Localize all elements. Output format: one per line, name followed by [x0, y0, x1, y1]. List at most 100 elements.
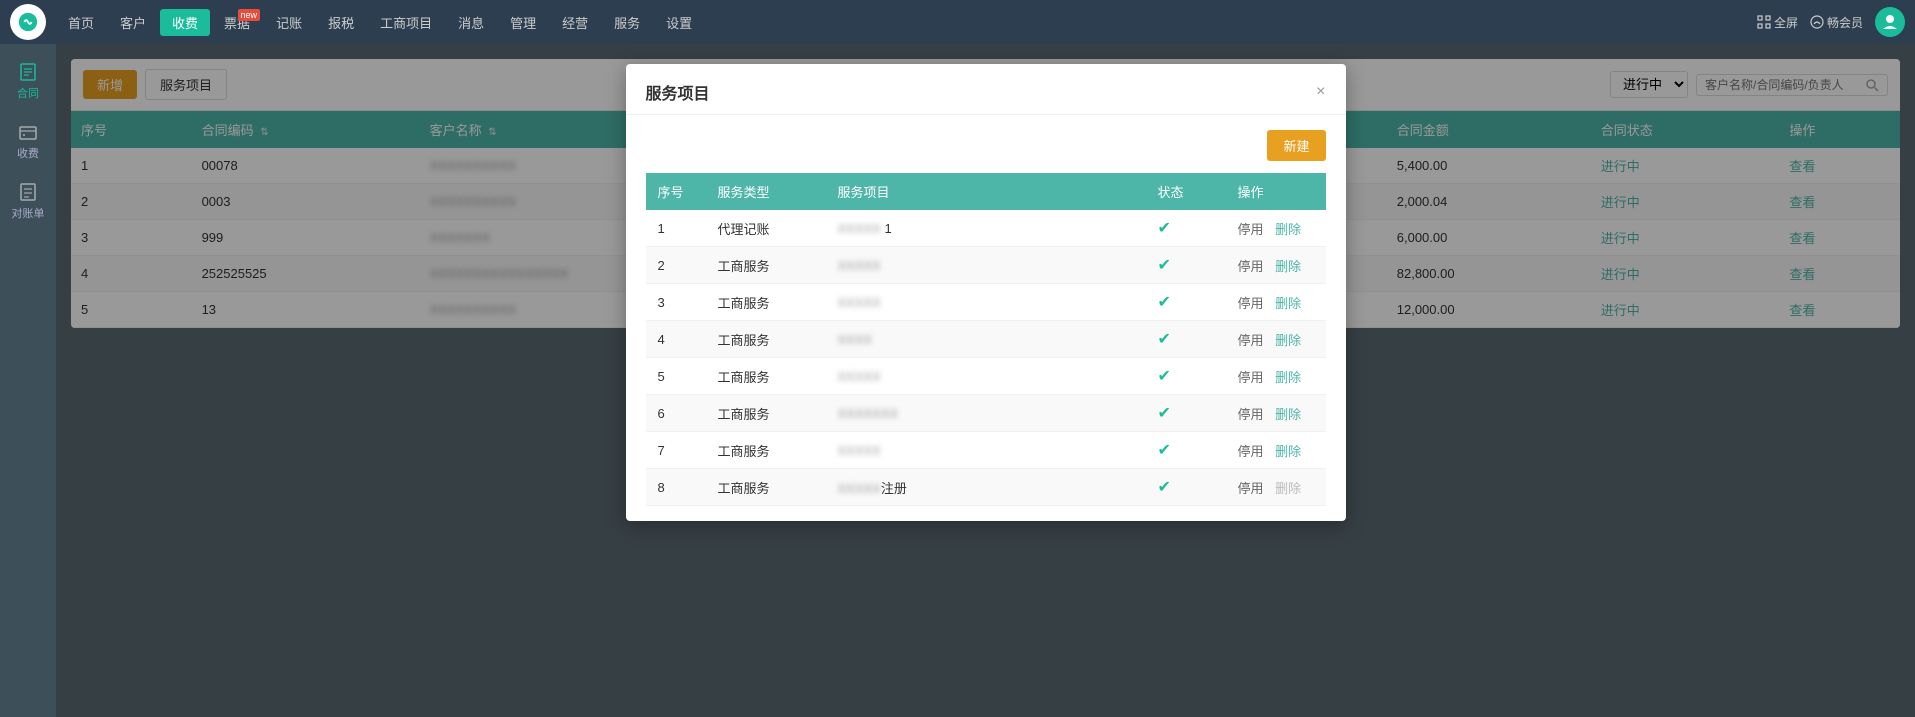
- modal-row-actions: 停用 删除: [1226, 247, 1326, 284]
- modal-row-status: ✔: [1146, 284, 1226, 321]
- top-nav-right: 全屏 畅会员: [1757, 7, 1905, 37]
- modal-row-status: ✔: [1146, 432, 1226, 469]
- modal-table-row: 5 工商服务 XXXXX ✔ 停用 删除: [646, 358, 1326, 395]
- modal-row-seq: 3: [646, 284, 706, 321]
- modal-table-row: 7 工商服务 XXXXX ✔ 停用 删除: [646, 432, 1326, 469]
- modal-col-type: 服务类型: [706, 173, 826, 210]
- modal-table-row: 8 工商服务 XXXXX注册 ✔ 停用 删除: [646, 469, 1326, 506]
- stop-button[interactable]: 停用: [1238, 370, 1264, 385]
- modal-col-item: 服务项目: [826, 173, 1146, 210]
- modal-table-row: 2 工商服务 XXXXX ✔ 停用 删除: [646, 247, 1326, 284]
- sidebar-item-statement[interactable]: 对账单: [3, 174, 53, 229]
- fullscreen-button[interactable]: 全屏: [1757, 14, 1798, 31]
- modal-title: 服务项目: [646, 80, 710, 104]
- nav-message[interactable]: 消息: [446, 9, 496, 36]
- nav-home[interactable]: 首页: [56, 9, 106, 36]
- modal-row-seq: 1: [646, 210, 706, 247]
- stop-button[interactable]: 停用: [1238, 259, 1264, 274]
- content-area: 新增 服务项目 进行中 已结束 全部: [56, 44, 1915, 717]
- stop-button[interactable]: 停用: [1238, 296, 1264, 311]
- modal-row-actions: 停用 删除: [1226, 321, 1326, 358]
- stop-button[interactable]: 停用: [1238, 481, 1264, 496]
- nav-items: 首页 客户 收费 票据 new 记账 报税 工商项目 消息 管理 经营 服务 设…: [56, 9, 1757, 36]
- modal-row-actions: 停用 删除: [1226, 395, 1326, 432]
- delete-button[interactable]: 删除: [1275, 407, 1301, 422]
- modal-row-status: ✔: [1146, 247, 1226, 284]
- nav-business[interactable]: 工商项目: [368, 9, 444, 36]
- modal-row-type: 代理记账: [706, 210, 826, 247]
- nav-operation[interactable]: 经营: [550, 9, 600, 36]
- top-navigation: 首页 客户 收费 票据 new 记账 报税 工商项目 消息 管理 经营 服务 设…: [0, 0, 1915, 44]
- modal-row-item: XXXXX注册: [826, 469, 1146, 506]
- nav-fee[interactable]: 收费: [160, 9, 210, 36]
- main-layout: 合同 收费 对账单 新增 服务项目: [0, 44, 1915, 717]
- modal-row-type: 工商服务: [706, 432, 826, 469]
- nav-customer[interactable]: 客户: [108, 9, 158, 36]
- delete-button[interactable]: 删除: [1275, 222, 1301, 237]
- modal-table-row: 6 工商服务 XXXXXXX ✔ 停用 删除: [646, 395, 1326, 432]
- modal-row-seq: 6: [646, 395, 706, 432]
- modal-row-actions: 停用 删除: [1226, 284, 1326, 321]
- new-badge: new: [238, 9, 261, 21]
- modal-row-seq: 2: [646, 247, 706, 284]
- modal-row-type: 工商服务: [706, 469, 826, 506]
- modal-table-row: 1 代理记账 XXXXX 1 ✔ 停用 删除: [646, 210, 1326, 247]
- modal-overlay: 服务项目 × 新建 序号 服务类型 服务项目 状态: [56, 44, 1915, 717]
- delete-button[interactable]: 删除: [1275, 259, 1301, 274]
- left-sidebar: 合同 收费 对账单: [0, 44, 56, 717]
- nav-invoice[interactable]: 票据 new: [212, 9, 262, 36]
- modal-row-actions: 停用 删除: [1226, 358, 1326, 395]
- stop-button[interactable]: 停用: [1238, 222, 1264, 237]
- service-items-modal: 服务项目 × 新建 序号 服务类型 服务项目 状态: [626, 64, 1346, 521]
- modal-table-row: 3 工商服务 XXXXX ✔ 停用 删除: [646, 284, 1326, 321]
- modal-toolbar: 新建: [646, 130, 1326, 161]
- modal-row-seq: 5: [646, 358, 706, 395]
- delete-button[interactable]: 删除: [1275, 444, 1301, 459]
- nav-tax[interactable]: 报税: [316, 9, 366, 36]
- modal-row-item: XXXX: [826, 321, 1146, 358]
- nav-account[interactable]: 记账: [264, 9, 314, 36]
- modal-row-type: 工商服务: [706, 247, 826, 284]
- modal-body: 新建 序号 服务类型 服务项目 状态 操作: [626, 115, 1346, 521]
- modal-row-type: 工商服务: [706, 321, 826, 358]
- modal-row-actions: 停用 删除: [1226, 210, 1326, 247]
- modal-header: 服务项目 ×: [626, 64, 1346, 115]
- sidebar-item-contract[interactable]: 合同: [3, 54, 53, 109]
- stop-button[interactable]: 停用: [1238, 444, 1264, 459]
- user-avatar[interactable]: [1875, 7, 1905, 37]
- nav-service[interactable]: 服务: [602, 9, 652, 36]
- delete-button[interactable]: 删除: [1275, 296, 1301, 311]
- modal-row-item: XXXXX 1: [826, 210, 1146, 247]
- nav-settings[interactable]: 设置: [654, 9, 704, 36]
- modal-row-status: ✔: [1146, 210, 1226, 247]
- modal-row-actions: 停用 删除: [1226, 469, 1326, 506]
- sidebar-item-fee[interactable]: 收费: [3, 114, 53, 169]
- modal-row-type: 工商服务: [706, 395, 826, 432]
- modal-row-status: ✔: [1146, 469, 1226, 506]
- delete-button[interactable]: 删除: [1275, 370, 1301, 385]
- nav-manage[interactable]: 管理: [498, 9, 548, 36]
- modal-row-seq: 8: [646, 469, 706, 506]
- service-items-table: 序号 服务类型 服务项目 状态 操作 1 代理记账 XXXXX: [646, 173, 1326, 506]
- stop-button[interactable]: 停用: [1238, 407, 1264, 422]
- modal-row-type: 工商服务: [706, 358, 826, 395]
- member-button[interactable]: 畅会员: [1810, 14, 1863, 31]
- modal-row-item: XXXXX: [826, 432, 1146, 469]
- modal-col-status: 状态: [1146, 173, 1226, 210]
- modal-row-seq: 7: [646, 432, 706, 469]
- delete-button[interactable]: 删除: [1275, 333, 1301, 348]
- modal-row-item: XXXXX: [826, 247, 1146, 284]
- modal-row-status: ✔: [1146, 358, 1226, 395]
- modal-row-type: 工商服务: [706, 284, 826, 321]
- modal-col-action: 操作: [1226, 173, 1326, 210]
- modal-new-button[interactable]: 新建: [1267, 130, 1325, 161]
- modal-row-status: ✔: [1146, 321, 1226, 358]
- modal-col-seq: 序号: [646, 173, 706, 210]
- modal-row-actions: 停用 删除: [1226, 432, 1326, 469]
- modal-table-row: 4 工商服务 XXXX ✔ 停用 删除: [646, 321, 1326, 358]
- stop-button[interactable]: 停用: [1238, 333, 1264, 348]
- modal-row-item: XXXXX: [826, 358, 1146, 395]
- modal-row-status: ✔: [1146, 395, 1226, 432]
- delete-button-disabled: 删除: [1275, 481, 1301, 496]
- modal-close-button[interactable]: ×: [1316, 84, 1325, 100]
